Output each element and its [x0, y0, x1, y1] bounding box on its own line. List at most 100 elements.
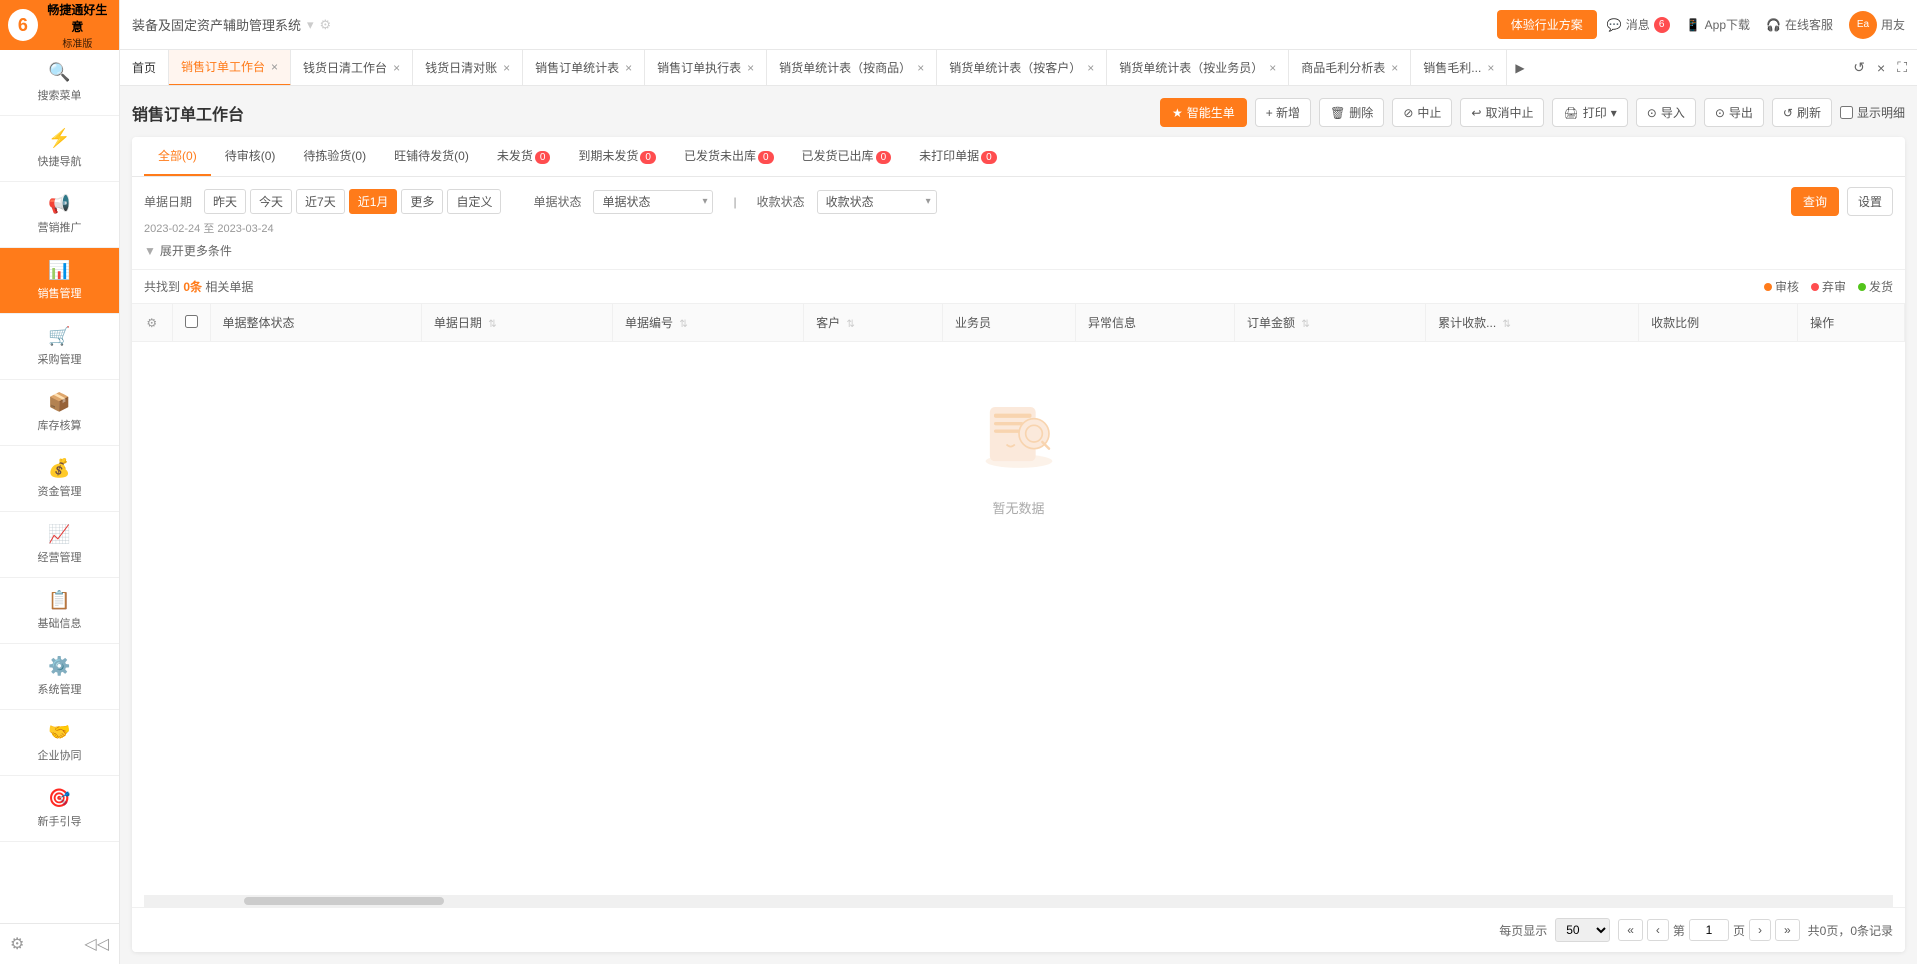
print-btn[interactable]: 🖨 打印 ▾ — [1552, 98, 1627, 127]
cancel-stop-btn[interactable]: ↩ 取消中止 — [1460, 98, 1544, 127]
date-btn-7days[interactable]: 近7天 — [296, 189, 345, 214]
sidebar-item-basic-info[interactable]: 📋 基础信息 — [0, 578, 119, 644]
tab-close-sales-stat[interactable]: × — [625, 61, 632, 75]
column-settings-icon[interactable]: ⚙ — [146, 316, 157, 330]
payment-select[interactable]: 收款状态 未收款 部分收款 已收款 — [817, 190, 937, 214]
refresh-btn[interactable]: ↺ 刷新 — [1772, 98, 1832, 127]
amount-sort-icon[interactable]: ⇅ — [1301, 319, 1309, 330]
add-btn[interactable]: + 新增 — [1255, 98, 1311, 127]
tab-close-all-icon[interactable]: × — [1873, 58, 1889, 78]
th-checkbox[interactable] — [172, 304, 210, 342]
sub-tab-all[interactable]: 全部(0) — [144, 137, 211, 176]
filter-settings-btn[interactable]: 设置 — [1847, 187, 1893, 216]
tab-close-cash-reconcile[interactable]: × — [503, 61, 510, 75]
user-action[interactable]: Ea 用友 — [1849, 11, 1905, 39]
tab-close-sales-order[interactable]: × — [271, 60, 278, 74]
expand-filter-btn[interactable]: ▼ 展开更多条件 — [144, 242, 1893, 259]
title-dropdown-icon[interactable]: ▾ — [307, 17, 314, 33]
tab-close-sales-gross[interactable]: × — [1487, 61, 1494, 75]
tab-gross-margin[interactable]: 商品毛利分析表 × — [1289, 50, 1411, 86]
sub-tab-pending-check[interactable]: 待拣验货(0) — [289, 137, 380, 176]
tab-cash-reconcile[interactable]: 钱货日清对账 × — [413, 50, 523, 86]
th-amount[interactable]: 订单金额 ⇅ — [1235, 304, 1426, 342]
query-btn[interactable]: 查询 — [1791, 187, 1839, 216]
sidebar-item-finance[interactable]: 💰 资金管理 — [0, 446, 119, 512]
sidebar-item-guide[interactable]: 🎯 新手引导 — [0, 776, 119, 842]
sidebar-item-enterprise[interactable]: 🤝 企业协同 — [0, 710, 119, 776]
industry-btn[interactable]: 体验行业方案 — [1497, 10, 1597, 39]
date-btn-more[interactable]: 更多 — [401, 189, 443, 214]
sub-tab-unprinted[interactable]: 未打印单据0 — [905, 137, 1011, 176]
th-settings[interactable]: ⚙ — [132, 304, 172, 342]
sidebar-item-operations[interactable]: 📈 经营管理 — [0, 512, 119, 578]
customer-sort-icon[interactable]: ⇅ — [847, 319, 855, 330]
tab-close-sales-staff[interactable]: × — [1269, 61, 1276, 75]
settings-link-icon[interactable]: ⚙ — [320, 17, 332, 33]
sub-tab-pending-review[interactable]: 待审核(0) — [211, 137, 290, 176]
tab-home[interactable]: 首页 — [120, 50, 169, 86]
show-detail-checkbox[interactable] — [1840, 106, 1853, 119]
sub-tab-shipped-out[interactable]: 已发货已出库0 — [788, 137, 906, 176]
batch-ship-btn[interactable]: 发货 — [1858, 278, 1893, 295]
tab-close-gross-margin[interactable]: × — [1391, 61, 1398, 75]
last-page-btn[interactable]: » — [1775, 919, 1800, 941]
tab-sales-staff[interactable]: 销货单统计表（按业务员） × — [1107, 50, 1289, 86]
export-btn[interactable]: ⊙ 导出 — [1704, 98, 1764, 127]
accumulated-sort-icon[interactable]: ⇅ — [1503, 319, 1511, 330]
th-customer[interactable]: 客户 ⇅ — [804, 304, 943, 342]
batch-review-btn[interactable]: 审核 — [1764, 278, 1799, 295]
tab-sales-gross[interactable]: 销售毛利... × — [1411, 50, 1507, 86]
sub-tab-wangpu-ship[interactable]: 旺铺待发货(0) — [380, 137, 483, 176]
select-all-checkbox[interactable] — [185, 315, 198, 328]
number-sort-icon[interactable]: ⇅ — [679, 319, 687, 330]
first-page-btn[interactable]: « — [1618, 919, 1643, 941]
th-accumulated[interactable]: 累计收款... ⇅ — [1426, 304, 1639, 342]
horizontal-scrollbar[interactable] — [144, 895, 1893, 907]
message-action[interactable]: 💬 消息 6 — [1607, 16, 1670, 33]
th-number[interactable]: 单据编号 ⇅ — [613, 304, 804, 342]
import-btn[interactable]: ⊙ 导入 — [1636, 98, 1696, 127]
online-service-action[interactable]: 🎧 在线客服 — [1766, 16, 1833, 33]
sub-tab-shipped-not-out[interactable]: 已发货未出库0 — [670, 137, 788, 176]
tab-sales-order[interactable]: 销售订单工作台 × — [169, 50, 291, 86]
tab-refresh-icon[interactable]: ↺ — [1849, 57, 1869, 78]
tab-sales-stat[interactable]: 销售订单统计表 × — [523, 50, 645, 86]
delete-btn[interactable]: 🗑 删除 — [1319, 98, 1384, 127]
app-download-action[interactable]: 📱 App下载 — [1686, 16, 1750, 33]
smart-create-btn[interactable]: ★ 智能生单 — [1160, 98, 1247, 127]
date-btn-yesterday[interactable]: 昨天 — [204, 189, 246, 214]
tab-close-cash-daily[interactable]: × — [393, 61, 400, 75]
date-btn-today[interactable]: 今天 — [250, 189, 292, 214]
date-btn-1month[interactable]: 近1月 — [349, 189, 398, 214]
tab-cash-daily[interactable]: 钱货日清工作台 × — [291, 50, 413, 86]
page-input[interactable] — [1689, 919, 1729, 941]
sidebar-item-system[interactable]: ⚙️ 系统管理 — [0, 644, 119, 710]
next-page-btn[interactable]: › — [1749, 919, 1771, 941]
sub-tab-unshipped[interactable]: 未发货0 — [483, 137, 565, 176]
tab-fullscreen-icon[interactable]: ⛶ — [1893, 57, 1911, 78]
prev-page-btn[interactable]: ‹ — [1647, 919, 1669, 941]
stop-btn[interactable]: ⊘ 中止 — [1392, 98, 1452, 127]
status-select[interactable]: 单据状态 待审核 已审核 已完成 已中止 — [593, 190, 713, 214]
tab-sales-goods[interactable]: 销货单统计表（按商品） × — [767, 50, 937, 86]
sidebar-item-purchase[interactable]: 🛒 采购管理 — [0, 314, 119, 380]
tab-close-sales-customer[interactable]: × — [1087, 61, 1094, 75]
sidebar-item-sales[interactable]: 📊 销售管理 — [0, 248, 119, 314]
date-sort-icon[interactable]: ⇅ — [488, 319, 496, 330]
tab-sales-exec[interactable]: 销售订单执行表 × — [645, 50, 767, 86]
batch-unreview-btn[interactable]: 弃审 — [1811, 278, 1846, 295]
tab-close-sales-exec[interactable]: × — [747, 61, 754, 75]
scrollbar-thumb[interactable] — [244, 897, 444, 905]
sub-tab-overdue-ship[interactable]: 到期未发货0 — [564, 137, 670, 176]
sidebar-item-search[interactable]: 🔍 搜索菜单 — [0, 50, 119, 116]
tab-sales-customer[interactable]: 销货单统计表（按客户） × — [937, 50, 1107, 86]
sidebar-item-marketing[interactable]: 📢 营销推广 — [0, 182, 119, 248]
date-btn-custom[interactable]: 自定义 — [447, 189, 501, 214]
collapse-button[interactable]: ◁◁ — [84, 934, 109, 954]
th-date[interactable]: 单据日期 ⇅ — [421, 304, 612, 342]
settings-button[interactable]: ⚙ — [10, 934, 24, 954]
show-detail-checkbox-label[interactable]: 显示明细 — [1840, 104, 1905, 121]
sidebar-item-inventory[interactable]: 📦 库存核算 — [0, 380, 119, 446]
sidebar-item-quicknav[interactable]: ⚡ 快捷导航 — [0, 116, 119, 182]
tab-close-sales-goods[interactable]: × — [917, 61, 924, 75]
